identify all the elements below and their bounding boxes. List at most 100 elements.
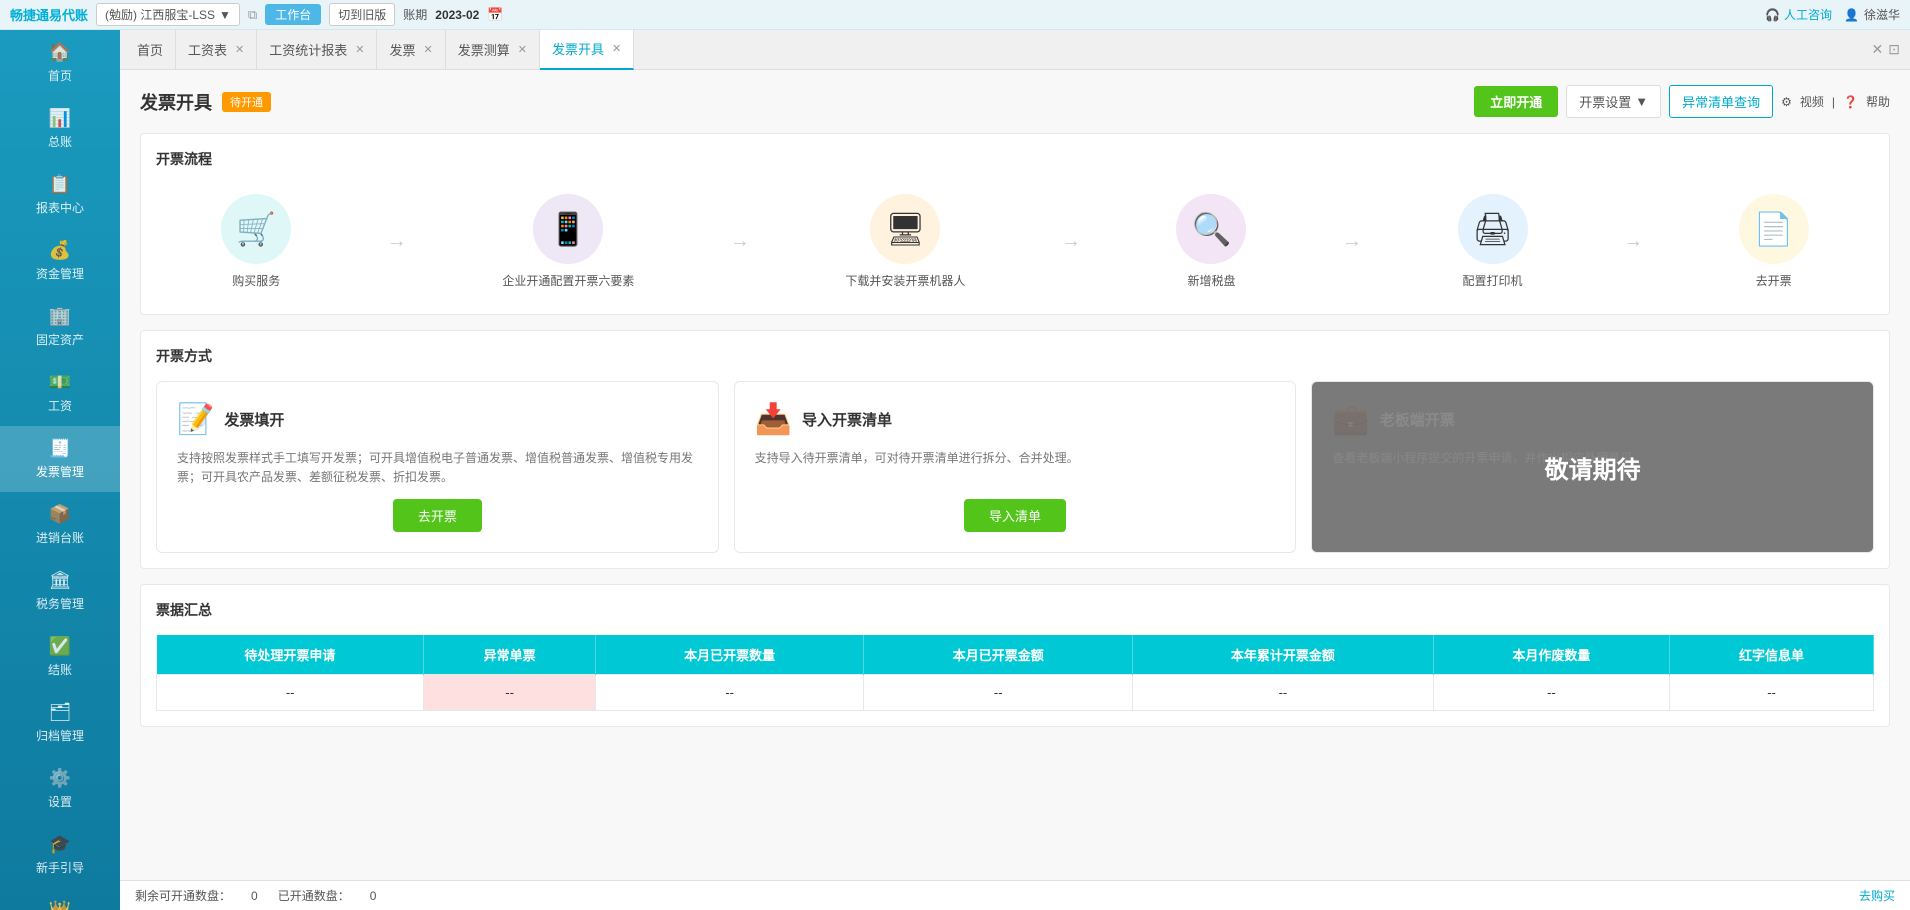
tab-invoice-mgr[interactable]: 发票 ✕ xyxy=(377,30,445,70)
help-label: 帮助 xyxy=(1866,93,1890,110)
arrow-3: → xyxy=(1061,230,1081,253)
sidebar-item-reports[interactable]: 📋 报表中心 xyxy=(0,162,120,228)
process-step-download[interactable]: 🖥 下载并安装开票机器人 xyxy=(845,194,965,289)
tab-invoice-calc-close[interactable]: ✕ xyxy=(518,43,527,56)
newbie-icon: 🎓 xyxy=(49,834,71,855)
divider: | xyxy=(1832,95,1835,109)
add-taxbox-icon-wrap: 🔍 xyxy=(1176,194,1246,264)
abnormal-query-button[interactable]: 异常清单查询 xyxy=(1669,85,1773,118)
service-button[interactable]: 🎧 人工咨询 xyxy=(1765,6,1832,23)
sidebar-item-settings[interactable]: ⚙️ 设置 xyxy=(0,756,120,822)
settings-icon: ⚙️ xyxy=(49,768,71,789)
calendar-icon[interactable]: 📅 xyxy=(487,7,503,23)
process-step-open[interactable]: 📄 去开票 xyxy=(1739,194,1809,289)
open-invoice-icon-wrap: 📄 xyxy=(1739,194,1809,264)
sidebar-label-newbie: 新手引导 xyxy=(36,859,84,876)
page-title-group: 发票开具 待开通 xyxy=(140,89,271,115)
th-void-count: 本月作废数量 xyxy=(1433,635,1669,675)
sidebar-label-settings: 设置 xyxy=(48,793,72,810)
archive-icon: 🗂 xyxy=(49,702,72,723)
page-header: 发票开具 待开通 立即开通 开票设置 ▼ 异常清单查询 ⚙ 视频 | ❓ xyxy=(140,85,1890,118)
process-step-taxbox[interactable]: 🔍 新增税盘 xyxy=(1176,194,1246,289)
tab-salary-stats-close[interactable]: ✕ xyxy=(355,43,364,56)
config-printer-icon-wrap: 🖨 xyxy=(1458,194,1528,264)
tab-invoice-mgr-label: 发票 xyxy=(389,40,415,59)
open-invoice-icon: 📄 xyxy=(1754,210,1794,248)
sidebar-label-salary: 工资 xyxy=(48,397,72,414)
period-label: 账期 xyxy=(403,6,427,23)
process-step-buy[interactable]: 🛒 购买服务 xyxy=(221,194,291,289)
user-name: 徐滋华 xyxy=(1864,6,1900,23)
sidebar-item-newbie[interactable]: 🎓 新手引导 xyxy=(0,822,120,888)
tab-salary-stats-label: 工资统计报表 xyxy=(269,40,347,59)
restore-tab-button[interactable]: ⊡ xyxy=(1888,41,1900,58)
import-billing-button[interactable]: 导入清单 xyxy=(964,499,1066,532)
tab-invoice-mgr-close[interactable]: ✕ xyxy=(424,43,433,56)
buy-service-icon: 🛒 xyxy=(236,210,276,248)
process-step-printer[interactable]: 🖨 配置打印机 xyxy=(1458,194,1528,289)
coming-soon-overlay: 敬请期待 xyxy=(1312,382,1873,552)
tab-home[interactable]: 首页 xyxy=(125,30,176,70)
import-billing-title: 导入开票清单 xyxy=(802,409,892,430)
sidebar-item-capital[interactable]: 💰 资金管理 xyxy=(0,228,120,294)
sidebar-label-archive: 归档管理 xyxy=(36,727,84,744)
company-selector[interactable]: (勉励) 江西服宝-LSS ▼ xyxy=(96,3,240,26)
td-red-info: -- xyxy=(1670,675,1874,711)
import-billing-desc: 支持导入待开票清单，可对待开票清单进行拆分、合并处理。 xyxy=(755,449,1276,468)
avatar-icon: 👤 xyxy=(1844,8,1859,22)
tab-invoice-calc[interactable]: 发票测算 ✕ xyxy=(446,30,540,70)
settings-gear-icon: ⚙ xyxy=(1781,95,1792,109)
manual-billing-button[interactable]: 去开票 xyxy=(393,499,482,532)
remaining-label: 剩余可开通数盘： xyxy=(135,887,231,904)
sidebar-item-settle[interactable]: ✅ 结账 xyxy=(0,624,120,690)
th-abnormal: 异常单票 xyxy=(424,635,596,675)
close-all-tabs-button[interactable]: ✕ xyxy=(1872,41,1884,58)
sidebar-item-vip[interactable]: 👑 畅会员 xyxy=(0,888,120,910)
sidebar-item-home[interactable]: 🏠 首页 xyxy=(0,30,120,96)
th-month-count: 本月已开票数量 xyxy=(595,635,864,675)
tab-invoice-open-close[interactable]: ✕ xyxy=(612,42,621,55)
config-printer-label: 配置打印机 xyxy=(1463,272,1523,289)
summary-section-title: 票据汇总 xyxy=(156,600,1874,620)
th-year-amount: 本年累计开票金额 xyxy=(1132,635,1433,675)
tab-invoice-open-label: 发票开具 xyxy=(552,39,604,58)
open-now-button[interactable]: 立即开通 xyxy=(1474,86,1558,117)
tab-invoice-open[interactable]: 发票开具 ✕ xyxy=(540,30,634,70)
sidebar-item-purchase[interactable]: 📦 进销台账 xyxy=(0,492,120,558)
buy-link[interactable]: 去购买 xyxy=(1859,887,1895,904)
top-bar: 畅捷通易代账 (勉励) 江西服宝-LSS ▼ ⧉ 工作台 切到旧版 账期 202… xyxy=(0,0,1910,30)
capital-icon: 💰 xyxy=(49,240,71,261)
tab-salary-table[interactable]: 工资表 ✕ xyxy=(176,30,257,70)
arrow-2: → xyxy=(730,230,750,253)
page-content: 发票开具 待开通 立即开通 开票设置 ▼ 异常清单查询 ⚙ 视频 | ❓ xyxy=(120,70,1910,880)
th-month-amount: 本月已开票金额 xyxy=(864,635,1133,675)
add-taxbox-label: 新增税盘 xyxy=(1187,272,1235,289)
sidebar-item-archive[interactable]: 🗂 归档管理 xyxy=(0,690,120,756)
company-name: (勉励) 江西服宝-LSS xyxy=(105,6,215,23)
sidebar-item-ledger[interactable]: 📊 总账 xyxy=(0,96,120,162)
summary-table: 待处理开票申请 异常单票 本月已开票数量 本月已开票金额 本年累计开票金额 本月… xyxy=(156,635,1874,711)
tab-salary-table-close[interactable]: ✕ xyxy=(235,43,244,56)
process-step-config[interactable]: 📱 企业开通配置开票六要素 xyxy=(502,194,634,289)
view-settings: ⚙ 视频 | ❓ 帮助 xyxy=(1781,93,1890,110)
config-company-label: 企业开通配置开票六要素 xyxy=(502,272,634,289)
sidebar-item-assets[interactable]: 🏢 固定资产 xyxy=(0,294,120,360)
switch-version-button[interactable]: 切到旧版 xyxy=(329,3,395,26)
open-settings-button[interactable]: 开票设置 ▼ xyxy=(1566,85,1661,118)
purchase-icon: 📦 xyxy=(49,504,71,525)
sidebar-item-tax[interactable]: 🏛 税务管理 xyxy=(0,558,120,624)
tab-salary-stats[interactable]: 工资统计报表 ✕ xyxy=(257,30,377,70)
top-bar-left: 畅捷通易代账 (勉励) 江西服宝-LSS ▼ ⧉ 工作台 切到旧版 账期 202… xyxy=(10,3,504,26)
open-invoice-label: 去开票 xyxy=(1756,272,1792,289)
sidebar-item-salary[interactable]: 💵 工资 xyxy=(0,360,120,426)
copy-icon[interactable]: ⧉ xyxy=(248,7,257,23)
tab-salary-table-label: 工资表 xyxy=(188,40,227,59)
tab-actions: ✕ ⊡ xyxy=(1872,41,1905,58)
sidebar-item-invoice[interactable]: 🧾 发票管理 xyxy=(0,426,120,492)
buy-service-label: 购买服务 xyxy=(232,272,280,289)
process-flow: 🛒 购买服务 → 📱 企业开通配置开票六要素 → � xyxy=(156,184,1874,299)
td-month-count: -- xyxy=(595,675,864,711)
ledger-icon: 📊 xyxy=(49,108,71,129)
workbench-button[interactable]: 工作台 xyxy=(265,4,321,25)
bottom-bar: 剩余可开通数盘： 0 已开通数盘： 0 去购买 xyxy=(120,880,1910,910)
